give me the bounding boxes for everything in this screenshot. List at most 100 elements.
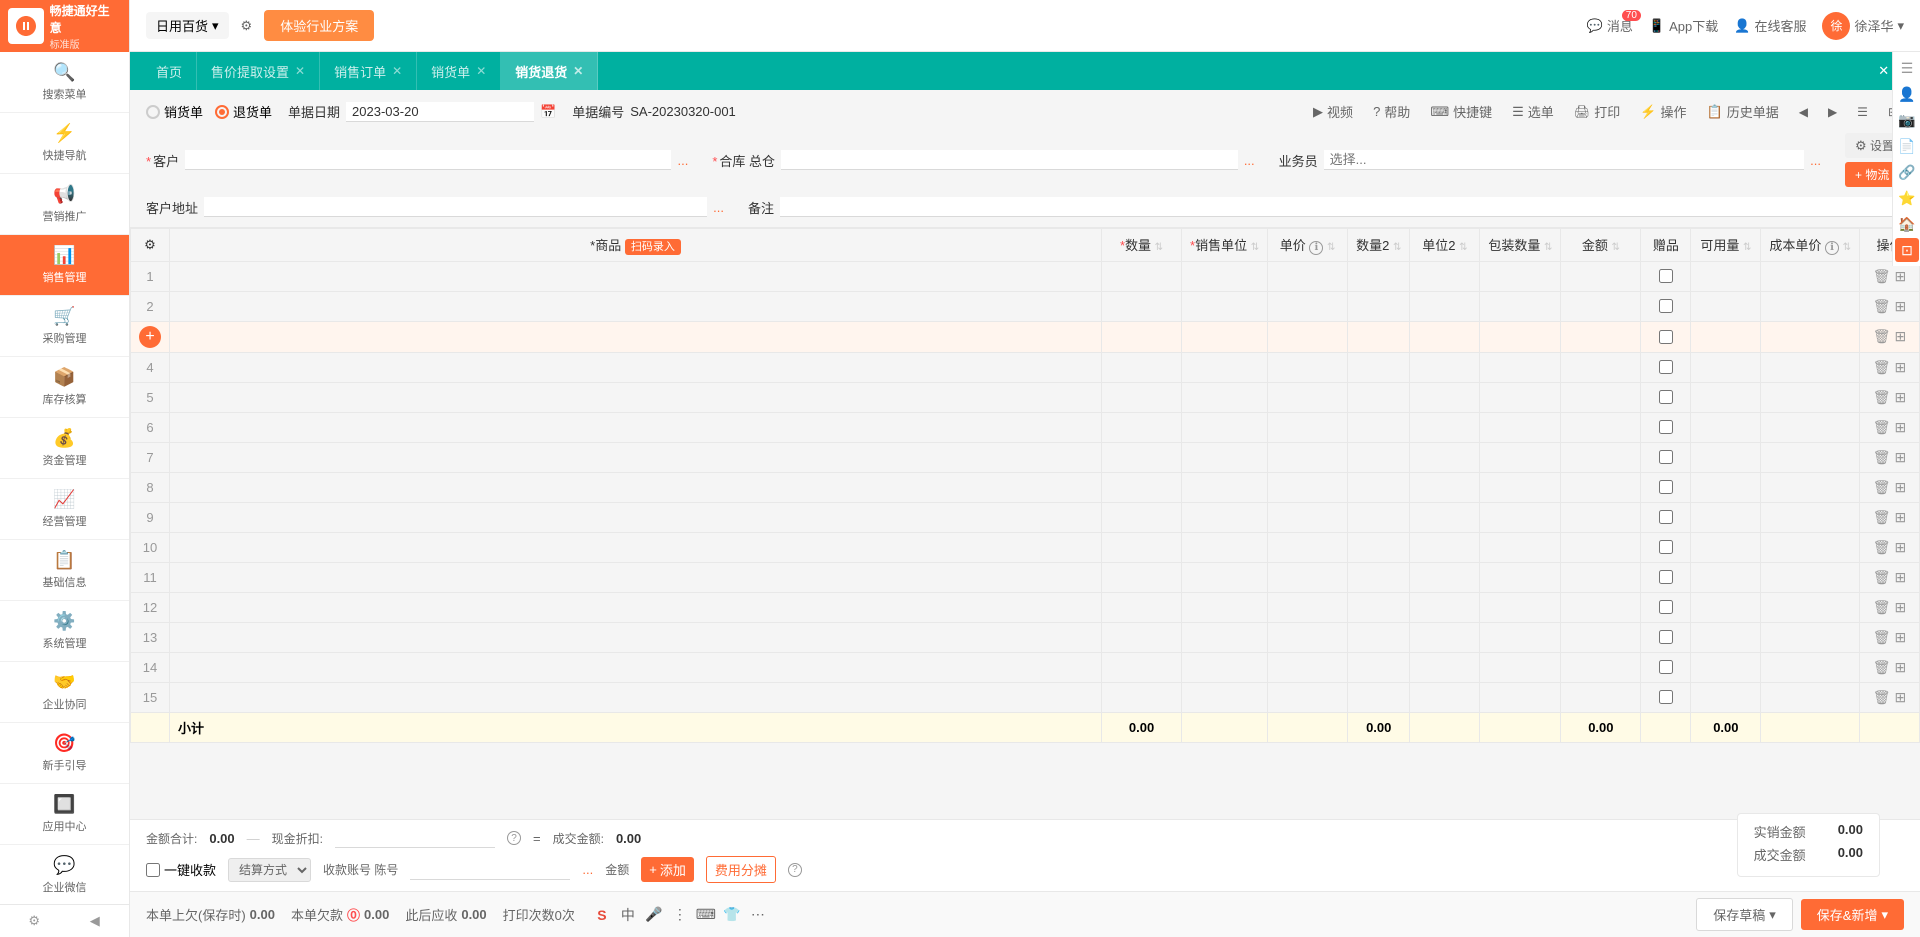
right-panel-icon-6[interactable]: ⭐ (1895, 186, 1919, 210)
gift-checkbox[interactable] (1659, 269, 1673, 283)
row-delete-btn[interactable]: 🗑 (1873, 569, 1891, 586)
row-delete-btn[interactable]: 🗑 (1873, 268, 1891, 285)
amount-cell[interactable] (1561, 592, 1641, 622)
qty-sort-icon[interactable]: ⇅ (1155, 242, 1163, 253)
pkg-cell[interactable] (1480, 562, 1561, 592)
qty2-cell[interactable] (1348, 261, 1410, 291)
toolbar-next-btn[interactable]: ▶ (1822, 103, 1843, 121)
amount-sort-icon[interactable]: ⇅ (1611, 242, 1619, 253)
right-panel-icon-4[interactable]: 📄 (1895, 134, 1919, 158)
price-cell[interactable] (1268, 622, 1348, 652)
product-cell[interactable] (170, 352, 1102, 382)
qty-cell[interactable] (1102, 652, 1182, 682)
topbar-online-service[interactable]: 👤 在线客服 (1734, 16, 1806, 35)
gift-checkbox[interactable] (1659, 450, 1673, 464)
row-delete-btn[interactable]: 🗑 (1873, 659, 1891, 676)
cost-sort-icon[interactable]: ⇅ (1843, 242, 1851, 253)
gift-checkbox[interactable] (1659, 510, 1673, 524)
price-cell[interactable] (1268, 652, 1348, 682)
sidebar-item-purchase[interactable]: 🛒 采购管理 (0, 296, 129, 357)
amount-cell[interactable] (1561, 382, 1641, 412)
unit2-cell[interactable] (1410, 472, 1480, 502)
gift-checkbox[interactable] (1659, 660, 1673, 674)
toolbar-video-btn[interactable]: ▶ 视频 (1307, 100, 1359, 123)
gift-cell[interactable] (1641, 652, 1691, 682)
qty-cell[interactable] (1102, 532, 1182, 562)
tab-sales-return-close-icon[interactable]: ✕ (573, 64, 583, 78)
sidebar-collapse-btn[interactable]: ◀ (69, 913, 122, 929)
toolbar-shortcut-btn[interactable]: ⌨ 快捷键 (1424, 100, 1498, 123)
qty2-sort-icon[interactable]: ⇅ (1393, 242, 1401, 253)
gift-checkbox[interactable] (1659, 420, 1673, 434)
topbar-company-dropdown[interactable]: 日用百货 ▾ (146, 12, 229, 39)
price-cell[interactable] (1268, 592, 1348, 622)
price-cell[interactable] (1268, 261, 1348, 291)
toolbar-view-list-btn[interactable]: ☰ (1851, 103, 1874, 121)
address-input[interactable] (204, 197, 707, 217)
gift-cell[interactable] (1641, 321, 1691, 352)
pkg-cell[interactable] (1480, 412, 1561, 442)
row-delete-btn[interactable]: 🗑 (1873, 599, 1891, 616)
gift-checkbox[interactable] (1659, 630, 1673, 644)
amount-cell[interactable] (1561, 622, 1641, 652)
product-cell[interactable] (170, 502, 1102, 532)
amount-cell[interactable] (1561, 652, 1641, 682)
price-cell[interactable] (1268, 352, 1348, 382)
price-cell[interactable] (1268, 321, 1348, 352)
unit2-cell[interactable] (1410, 592, 1480, 622)
pkg-cell[interactable] (1480, 502, 1561, 532)
qty2-cell[interactable] (1348, 382, 1410, 412)
qty-cell[interactable] (1102, 321, 1182, 352)
price-cell[interactable] (1268, 291, 1348, 321)
row-copy-btn[interactable]: ⊞ (1895, 539, 1907, 556)
gift-cell[interactable] (1641, 442, 1691, 472)
unit2-cell[interactable] (1410, 502, 1480, 532)
gift-checkbox[interactable] (1659, 570, 1673, 584)
right-panel-icon-2[interactable]: 👤 (1895, 90, 1919, 106)
tab-sales-order-close-icon[interactable]: ✕ (392, 64, 402, 78)
warehouse-picker-btn[interactable]: ... (1244, 153, 1255, 168)
price-cell[interactable] (1268, 682, 1348, 712)
sidebar-settings-btn[interactable]: ⚙ (8, 913, 61, 929)
sidebar-item-operations[interactable]: 📈 经营管理 (0, 479, 129, 540)
qty-cell[interactable] (1102, 352, 1182, 382)
gift-cell[interactable] (1641, 502, 1691, 532)
gift-cell[interactable] (1641, 592, 1691, 622)
note-input[interactable] (780, 197, 1904, 217)
sidebar-item-shortcut[interactable]: ⚡ 快捷导航 (0, 113, 129, 174)
gift-checkbox[interactable] (1659, 390, 1673, 404)
unit2-cell[interactable] (1410, 532, 1480, 562)
qty2-cell[interactable] (1348, 682, 1410, 712)
gift-checkbox[interactable] (1659, 690, 1673, 704)
account-picker-btn[interactable]: ... (582, 862, 593, 877)
unit2-cell[interactable] (1410, 382, 1480, 412)
unit-cell[interactable] (1182, 352, 1268, 382)
row-copy-btn[interactable]: ⊞ (1895, 298, 1907, 315)
qty2-cell[interactable] (1348, 502, 1410, 532)
price-cell[interactable] (1268, 382, 1348, 412)
pkg-cell[interactable] (1480, 622, 1561, 652)
row-copy-btn[interactable]: ⊞ (1895, 659, 1907, 676)
gift-checkbox[interactable] (1659, 360, 1673, 374)
qty-cell[interactable] (1102, 562, 1182, 592)
customer-picker-btn[interactable]: ... (677, 153, 688, 168)
unit-cell[interactable] (1182, 652, 1268, 682)
gift-checkbox[interactable] (1659, 299, 1673, 313)
row-delete-btn[interactable]: 🗑 (1873, 479, 1891, 496)
price-cell[interactable] (1268, 412, 1348, 442)
toolbar-operate-btn[interactable]: ⚡ 操作 (1634, 100, 1692, 123)
discount-info-icon[interactable]: ? (507, 831, 521, 845)
sidebar-item-basic[interactable]: 📋 基础信息 (0, 540, 129, 601)
amount-cell[interactable] (1561, 682, 1641, 712)
product-cell[interactable] (170, 592, 1102, 622)
qty2-cell[interactable] (1348, 652, 1410, 682)
pkg-cell[interactable] (1480, 382, 1561, 412)
topbar-message-btn[interactable]: 💬 消息 70 (1587, 16, 1633, 35)
amount-cell[interactable] (1561, 352, 1641, 382)
row-delete-btn[interactable]: 🗑 (1873, 298, 1891, 315)
price-cell[interactable] (1268, 472, 1348, 502)
sys-icon-s[interactable]: S (591, 904, 613, 926)
sidebar-item-finance[interactable]: 💰 资金管理 (0, 418, 129, 479)
row-delete-btn[interactable]: 🗑 (1873, 389, 1891, 406)
qty-cell[interactable] (1102, 622, 1182, 652)
